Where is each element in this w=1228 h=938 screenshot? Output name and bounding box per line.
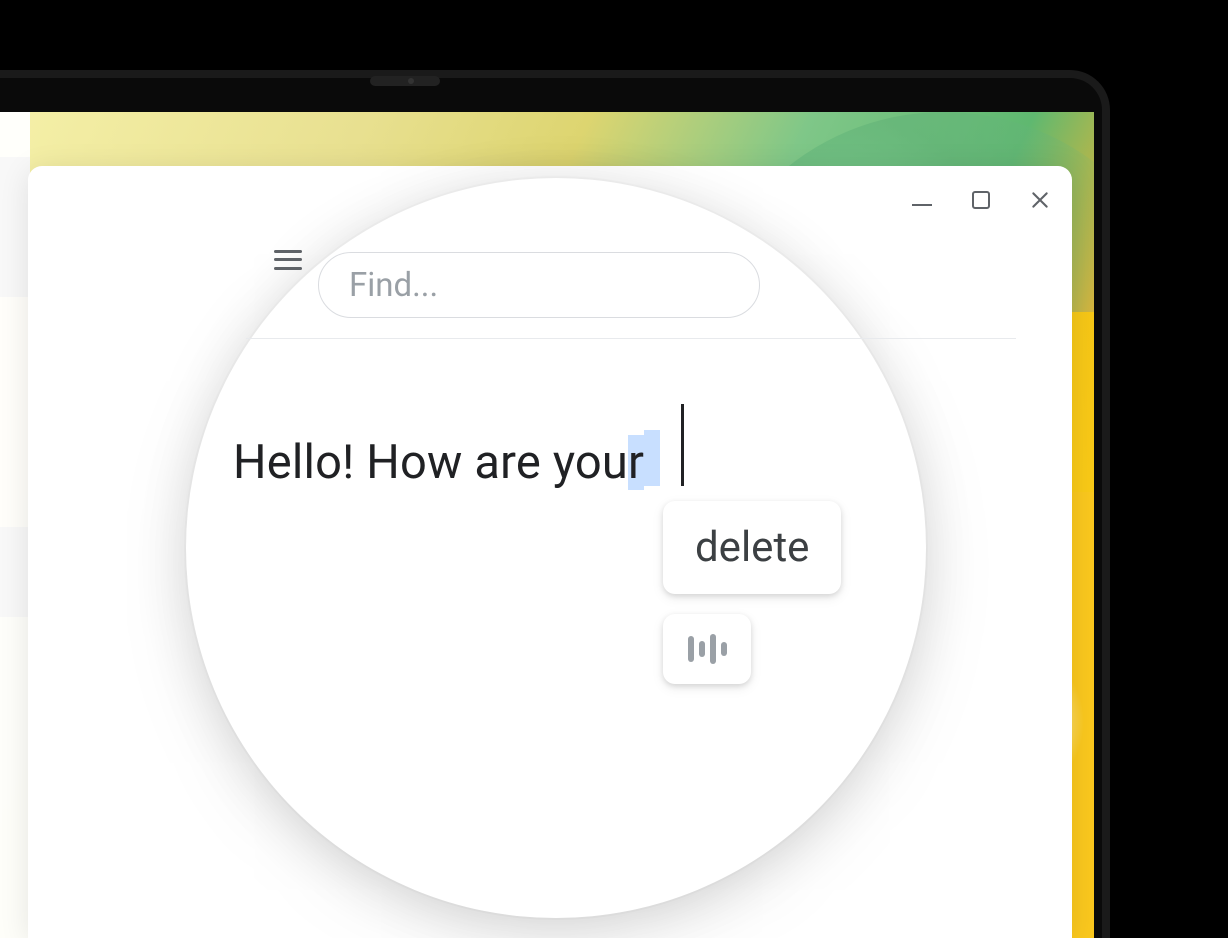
search-placeholder: Find... [349,266,438,305]
camera-notch [370,76,440,86]
hamburger-menu-button[interactable] [274,244,302,276]
close-button[interactable] [1030,190,1050,210]
sidebar-section [0,157,30,297]
camera-dot [408,78,414,84]
editor-text-content[interactable]: Hello! How are your [233,422,660,490]
search-input[interactable]: Find... [318,252,760,318]
editor-text-run: Hello! How are you [233,435,628,490]
voice-suggestion-delete[interactable]: delete [663,501,841,594]
voice-waveform-icon [688,636,694,662]
minimize-icon [912,204,932,207]
sidebar-section [0,527,30,617]
maximize-button[interactable] [972,191,990,209]
device-frame: Find... Hello! How are your delete [0,0,1228,938]
text-cursor [681,404,684,486]
editor-selected-text: r [628,435,644,490]
sidebar-panel [0,112,30,938]
hamburger-icon [274,250,302,253]
editor-selection-tail [644,430,660,486]
voice-input-button[interactable] [663,614,751,684]
toolbar-divider [246,338,1016,339]
desktop-wallpaper: Find... Hello! How are your delete [0,112,1094,938]
app-window: Find... Hello! How are your delete [28,166,1072,938]
maximize-icon [972,191,990,209]
suggestion-label: delete [695,523,809,572]
minimize-button[interactable] [912,194,932,207]
close-icon [1030,190,1050,210]
